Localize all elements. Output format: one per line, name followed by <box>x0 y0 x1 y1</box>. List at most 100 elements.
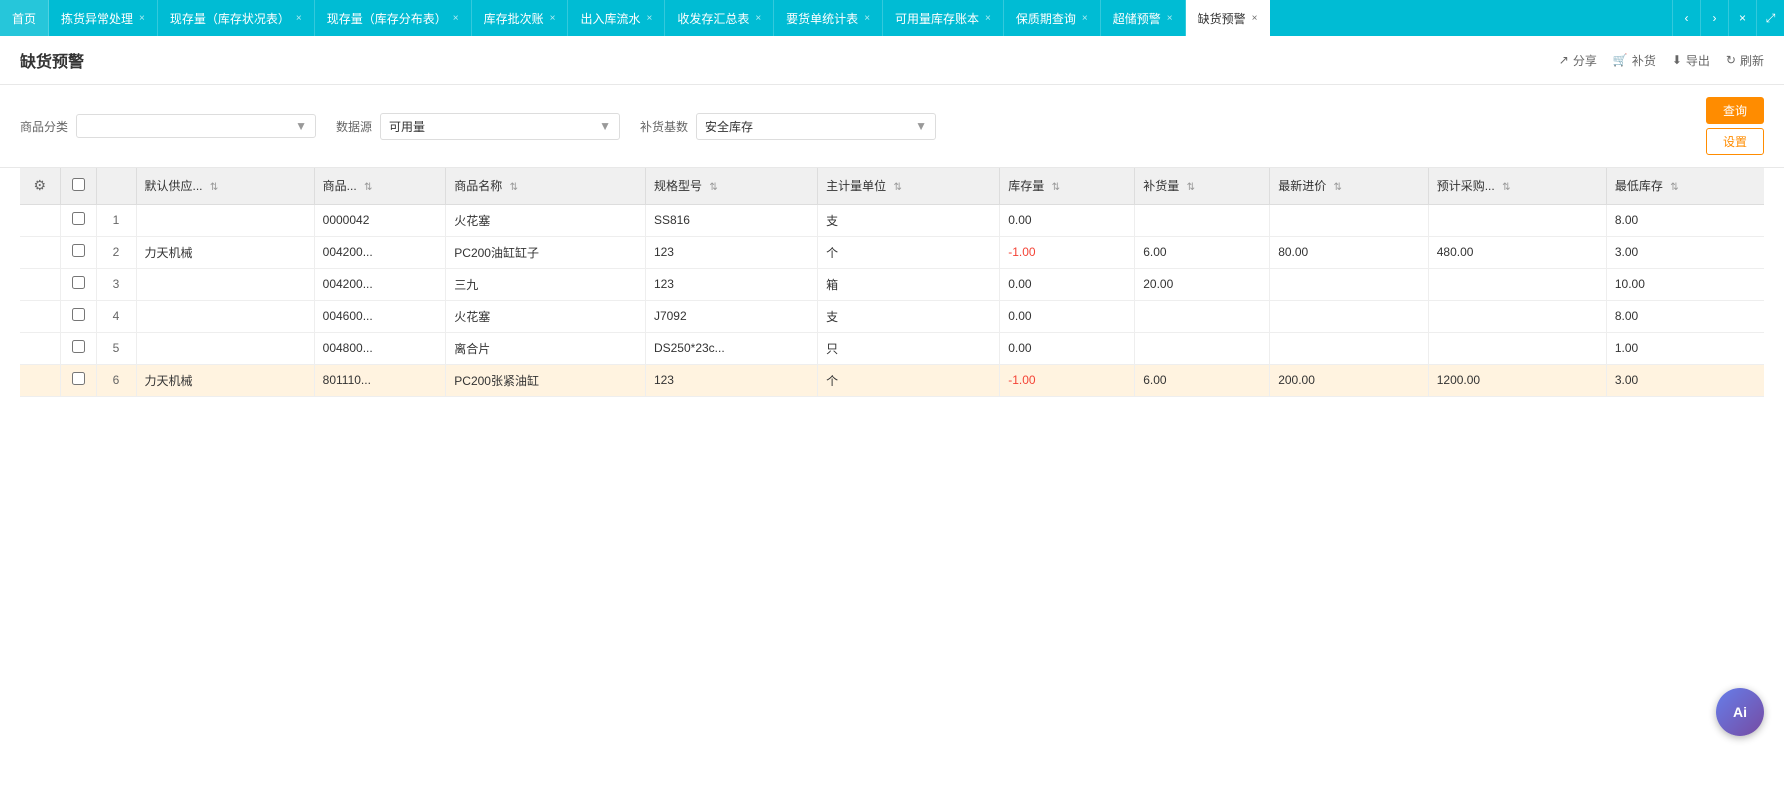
nav-tab-5[interactable]: 出入库流水 × <box>568 0 665 36</box>
th-default-supplier[interactable]: 默认供应... ⇅ <box>136 168 314 204</box>
row-checkbox-cell <box>60 204 96 236</box>
nav-tab-4[interactable]: 库存批次账 × <box>472 0 569 36</box>
sort-code-icon: ⇅ <box>364 182 372 193</box>
row-checkbox-4[interactable] <box>72 340 85 353</box>
datasource-select[interactable]: 可用量 ▼ <box>380 113 620 140</box>
nav-tab-3-close[interactable]: × <box>453 13 459 24</box>
th-settings: ⚙ <box>20 168 60 204</box>
datasource-filter-group: 数据源 可用量 ▼ <box>336 113 620 140</box>
th-product-code[interactable]: 商品... ⇅ <box>314 168 446 204</box>
th-latest-price[interactable]: 最新进价 ⇅ <box>1270 168 1429 204</box>
refresh-button[interactable]: ↻ 刷新 <box>1726 52 1764 69</box>
nav-close-button[interactable]: × <box>1728 0 1756 36</box>
row-checkbox-cell <box>60 300 96 332</box>
row-checkbox-3[interactable] <box>72 308 85 321</box>
row-price-cell-1: 80.00 <box>1270 236 1429 268</box>
row-checkbox-cell <box>60 364 96 396</box>
th-stock-qty[interactable]: 库存量 ⇅ <box>1000 168 1135 204</box>
nav-tab-9-close[interactable]: × <box>1082 13 1088 24</box>
sort-min-icon: ⇅ <box>1670 182 1678 193</box>
th-product-code-label: 商品... <box>323 179 357 193</box>
nav-tab-6-close[interactable]: × <box>755 13 761 24</box>
category-select[interactable]: ▼ <box>76 114 316 138</box>
nav-tab-home[interactable]: 首页 <box>0 0 49 36</box>
nav-tab-4-close[interactable]: × <box>550 13 556 24</box>
table-row: 4 004600... 火花塞 J7092 支 0.00 8.00 <box>20 300 1764 332</box>
th-spec[interactable]: 规格型号 ⇅ <box>645 168 817 204</box>
nav-next-button[interactable]: › <box>1700 0 1728 36</box>
row-est-cell-3 <box>1428 300 1606 332</box>
row-code-cell-2: 004200... <box>314 268 446 300</box>
row-checkbox-2[interactable] <box>72 276 85 289</box>
nav-tab-2[interactable]: 现存量（库存状况表） × <box>158 0 315 36</box>
row-code-cell-3: 004600... <box>314 300 446 332</box>
row-stock-cell-5: -1.00 <box>1000 364 1135 396</box>
row-spec-cell-3: J7092 <box>645 300 817 332</box>
row-index-cell-3: 4 <box>96 300 136 332</box>
share-button[interactable]: ↗ 分享 <box>1559 52 1597 69</box>
nav-prev-button[interactable]: ‹ <box>1672 0 1700 36</box>
nav-tab-7-close[interactable]: × <box>864 13 870 24</box>
table-row: 5 004800... 离合片 DS250*23c... 只 0.00 1.00 <box>20 332 1764 364</box>
nav-tab-11[interactable]: 缺货预警 × <box>1186 0 1271 36</box>
nav-tab-1[interactable]: 拣货异常处理 × <box>49 0 158 36</box>
nav-tab-2-close[interactable]: × <box>296 13 302 24</box>
nav-tab-10-close[interactable]: × <box>1167 13 1173 24</box>
nav-tab-2-label: 现存量（库存状况表） <box>170 10 290 27</box>
nav-tab-6[interactable]: 收发存汇总表 × <box>665 0 774 36</box>
th-restock-qty[interactable]: 补货量 ⇅ <box>1135 168 1270 204</box>
row-checkbox-5[interactable] <box>72 372 85 385</box>
nav-tab-9[interactable]: 保质期查询 × <box>1004 0 1101 36</box>
th-min-stock[interactable]: 最低库存 ⇅ <box>1606 168 1764 204</box>
share-label: 分享 <box>1573 52 1597 69</box>
nav-tab-3[interactable]: 现存量（库存分布表） × <box>315 0 472 36</box>
row-checkbox-cell <box>60 332 96 364</box>
export-button[interactable]: ⬇ 导出 <box>1672 52 1710 69</box>
restock-base-select[interactable]: 安全库存 ▼ <box>696 113 936 140</box>
query-button[interactable]: 查询 <box>1706 97 1764 124</box>
row-name-cell-4: 离合片 <box>446 332 646 364</box>
nav-tab-5-close[interactable]: × <box>646 13 652 24</box>
restock-base-filter-label: 补货基数 <box>640 118 688 135</box>
row-checkbox-1[interactable] <box>72 244 85 257</box>
filter-actions: 查询 设置 <box>1706 97 1764 155</box>
nav-tab-10[interactable]: 超储预警 × <box>1101 0 1186 36</box>
nav-fullscreen-button[interactable]: ⤢ <box>1756 0 1784 36</box>
row-checkbox-cell <box>60 268 96 300</box>
nav-tab-7-label: 要货单统计表 <box>786 10 858 27</box>
restock-button[interactable]: 🛒 补货 <box>1613 52 1656 69</box>
row-spec-cell-4: DS250*23c... <box>645 332 817 364</box>
nav-tab-5-label: 出入库流水 <box>580 10 640 27</box>
row-name-cell-0: 火花塞 <box>446 204 646 236</box>
nav-tab-8-close[interactable]: × <box>985 13 991 24</box>
ai-assistant-button[interactable]: Ai <box>1716 688 1764 736</box>
th-default-supplier-label: 默认供应... <box>145 179 203 193</box>
table-header-row: ⚙ 默认供应... ⇅ 商品... ⇅ 商品名称 <box>20 168 1764 204</box>
table-row: 1 0000042 火花塞 SS816 支 0.00 8.00 <box>20 204 1764 236</box>
nav-tab-7[interactable]: 要货单统计表 × <box>774 0 883 36</box>
th-est-purchase[interactable]: 预计采购... ⇅ <box>1428 168 1606 204</box>
sort-name-icon: ⇅ <box>510 182 518 193</box>
nav-tab-11-close[interactable]: × <box>1252 13 1258 24</box>
nav-tab-8[interactable]: 可用量库存账本 × <box>883 0 1004 36</box>
row-name-cell-5: PC200张紧油缸 <box>446 364 646 396</box>
row-price-cell-0 <box>1270 204 1429 236</box>
row-minstock-cell-2: 10.00 <box>1606 268 1764 300</box>
th-unit[interactable]: 主计量单位 ⇅ <box>818 168 1000 204</box>
nav-tab-4-label: 库存批次账 <box>484 10 544 27</box>
th-latest-price-label: 最新进价 <box>1278 179 1326 193</box>
row-spec-cell-1: 123 <box>645 236 817 268</box>
table-row: 3 004200... 三九 123 箱 0.00 20.00 10.00 <box>20 268 1764 300</box>
row-checkbox-0[interactable] <box>72 212 85 225</box>
row-index-cell-5: 6 <box>96 364 136 396</box>
export-label: 导出 <box>1686 52 1710 69</box>
sort-spec-icon: ⇅ <box>709 182 717 193</box>
nav-tab-1-close[interactable]: × <box>139 13 145 24</box>
row-name-cell-3: 火花塞 <box>446 300 646 332</box>
restock-icon: 🛒 <box>1613 53 1628 67</box>
settings-button[interactable]: 设置 <box>1706 128 1764 155</box>
select-all-checkbox[interactable] <box>72 178 85 191</box>
column-settings-icon[interactable]: ⚙ <box>33 177 46 193</box>
nav-controls: ‹ › × ⤢ <box>1672 0 1784 36</box>
th-product-name[interactable]: 商品名称 ⇅ <box>446 168 646 204</box>
